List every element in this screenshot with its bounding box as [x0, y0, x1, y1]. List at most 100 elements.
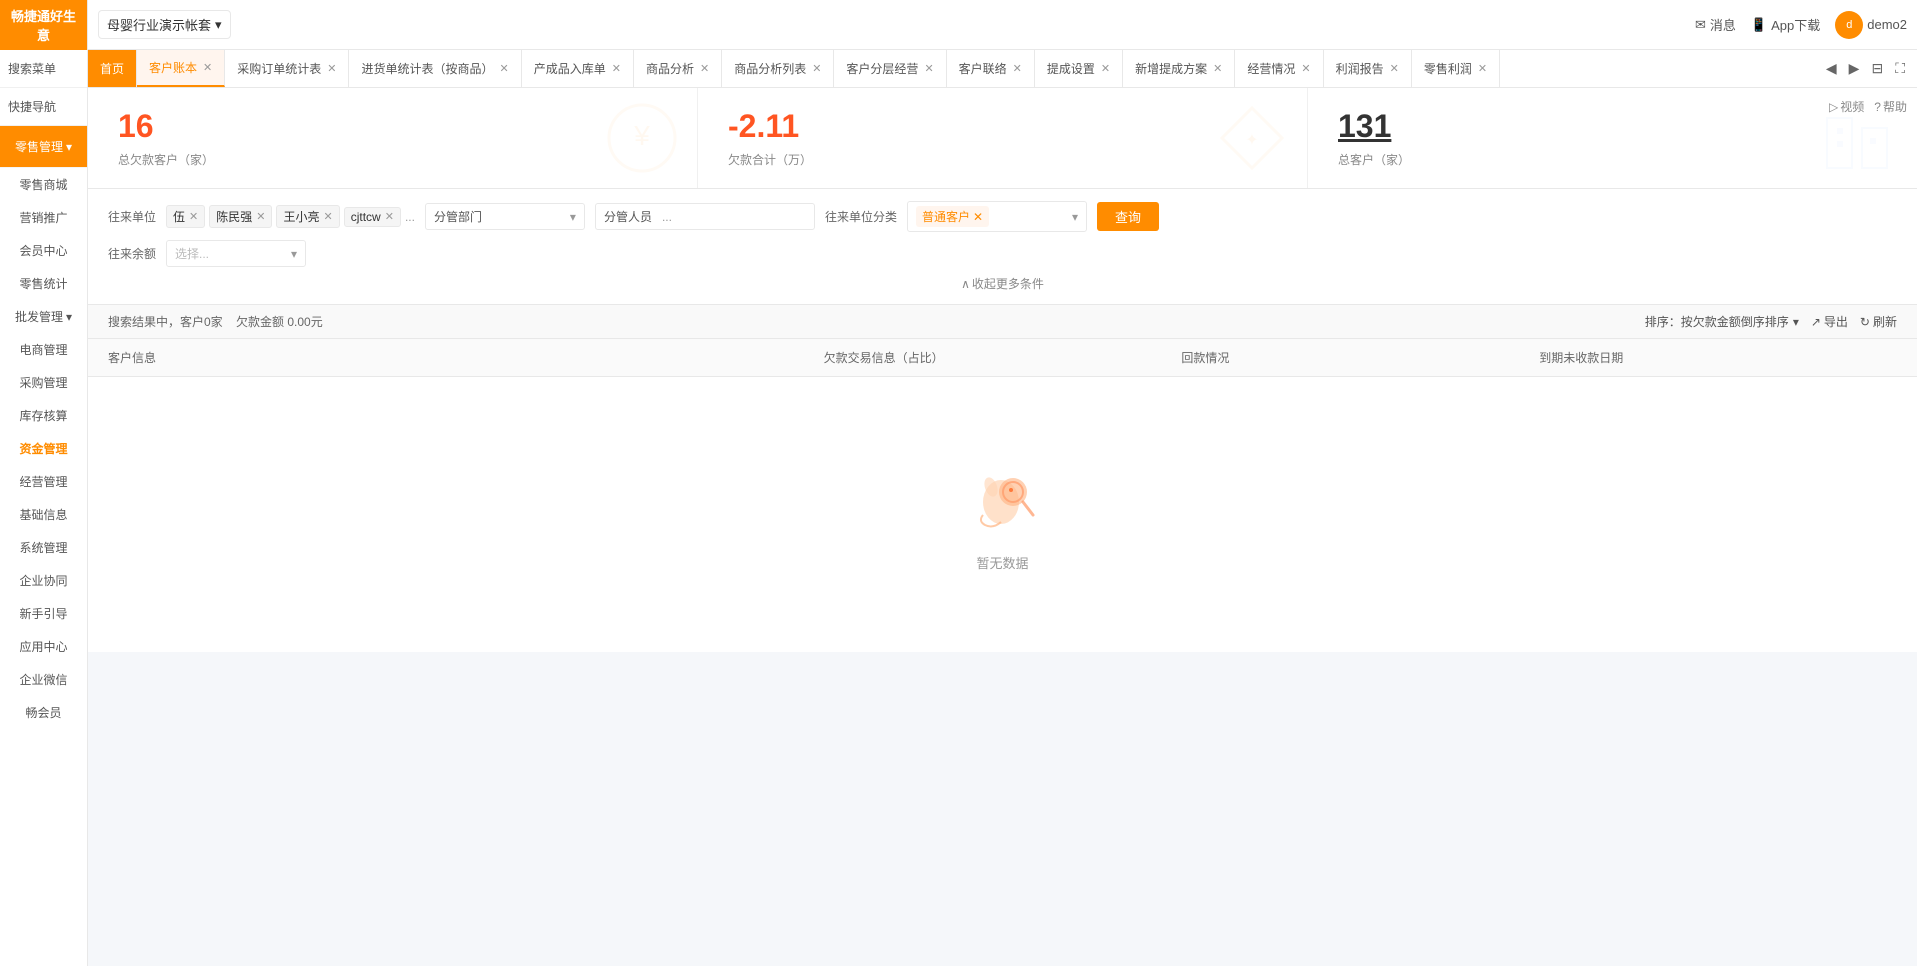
- message-btn[interactable]: ✉ 消息: [1695, 15, 1736, 34]
- tab-product-analysis[interactable]: 商品分析 ✕: [634, 50, 722, 87]
- unit-class-selector[interactable]: 普通客户 ✕ ▾: [907, 201, 1087, 232]
- tab-fullscreen-btn[interactable]: ⛶: [1891, 58, 1909, 79]
- filter-tag-cjttcw[interactable]: cjttcw ✕: [344, 207, 401, 227]
- tag-remove-icon[interactable]: ✕: [385, 210, 394, 223]
- tag-remove-icon[interactable]: ✕: [324, 210, 333, 223]
- tab-prev-btn[interactable]: ◀: [1822, 58, 1841, 79]
- video-btn[interactable]: ▷ 视频: [1829, 98, 1864, 115]
- tab-operations[interactable]: 经营情况 ✕: [1235, 50, 1323, 87]
- tab-close-icon[interactable]: ✕: [1478, 62, 1487, 75]
- sidebar-item-quicknav[interactable]: 快捷导航: [0, 88, 87, 126]
- tab-commission-setting[interactable]: 提成设置 ✕: [1035, 50, 1123, 87]
- filter-tag-chen[interactable]: 陈民强 ✕: [209, 205, 272, 228]
- tab-close-icon[interactable]: ✕: [1301, 62, 1310, 75]
- sidebar-item-finance[interactable]: 资金管理: [0, 432, 87, 465]
- dept-label: 分管部门: [434, 208, 482, 225]
- env-selector[interactable]: 母婴行业演示帐套 ▾: [98, 10, 231, 39]
- person-selector[interactable]: 分管人员 ...: [595, 203, 815, 230]
- result-info: 搜索结果中，客户0家 欠款金额 0.00元: [108, 313, 323, 330]
- tab-close-icon[interactable]: ✕: [1101, 62, 1110, 75]
- tab-close-icon[interactable]: ✕: [700, 62, 709, 75]
- sidebar-item-appcenter[interactable]: 应用中心: [0, 630, 87, 663]
- sidebar-item-newguide[interactable]: 新手引导: [0, 597, 87, 630]
- stat-label-total: 总客户（家）: [1338, 151, 1887, 168]
- tab-close-icon[interactable]: ✕: [1013, 62, 1022, 75]
- sidebar-item-marketing[interactable]: 营销推广: [0, 201, 87, 234]
- sidebar-item-wholesale[interactable]: 批发管理 ▾: [0, 300, 87, 333]
- tab-customer-contact[interactable]: 客户联络 ✕: [947, 50, 1035, 87]
- tab-expand-btn[interactable]: ⊟: [1867, 58, 1887, 79]
- export-button[interactable]: ↗ 导出: [1811, 313, 1848, 330]
- tab-close-icon[interactable]: ✕: [812, 62, 821, 75]
- tab-close-icon[interactable]: ✕: [327, 62, 336, 75]
- stat-value-total: 131: [1338, 108, 1887, 145]
- filter-tag-wang[interactable]: 王小亮 ✕: [276, 205, 339, 228]
- tag-remove-icon[interactable]: ✕: [189, 210, 198, 223]
- tab-close-icon[interactable]: ✕: [203, 61, 212, 74]
- tab-close-icon[interactable]: ✕: [500, 62, 509, 75]
- refresh-icon: ↻: [1860, 315, 1870, 329]
- sidebar-item-wechat[interactable]: 企业微信: [0, 663, 87, 696]
- topbar-right: ✉ 消息 📱 App下载 d demo2: [1695, 11, 1907, 39]
- tag-remove-icon[interactable]: ✕: [973, 210, 983, 224]
- dept-selector[interactable]: 分管部门 ▾: [425, 203, 585, 230]
- user-info[interactable]: d demo2: [1835, 11, 1907, 39]
- sidebar-item-retailstat[interactable]: 零售统计: [0, 267, 87, 300]
- sidebar-item-inventory[interactable]: 库存核算: [0, 399, 87, 432]
- unit-class-label: 往来单位分类: [825, 208, 897, 225]
- tab-profit-report[interactable]: 利润报告 ✕: [1324, 50, 1412, 87]
- tab-close-icon[interactable]: ✕: [1390, 62, 1399, 75]
- sidebar-item-retail[interactable]: 零售管理 ▾: [0, 126, 87, 168]
- avatar: d: [1835, 11, 1863, 39]
- stat-card-amount: ✦ -2.11 欠款合计（万）: [698, 88, 1308, 188]
- balance-label: 往来余额: [108, 245, 156, 262]
- person-more-icon[interactable]: ...: [662, 210, 672, 224]
- tab-retail-profit[interactable]: 零售利润 ✕: [1412, 50, 1500, 87]
- collapse-button[interactable]: ∧ 收起更多条件: [961, 275, 1044, 292]
- filter-more-tags[interactable]: ...: [405, 210, 415, 224]
- tab-next-btn[interactable]: ▶: [1845, 58, 1864, 79]
- result-actions: 排序：按欠款金额倒序排序 ▾ ↗ 导出 ↻ 刷新: [1645, 313, 1897, 330]
- tab-customer-tier[interactable]: 客户分层经营 ✕: [834, 50, 946, 87]
- tag-wrap: 伍 ✕ 陈民强 ✕ 王小亮 ✕ cjttcw ✕ ...: [166, 205, 415, 228]
- phone-icon: 📱: [1751, 17, 1767, 33]
- sidebar-item-enterprise[interactable]: 企业协同: [0, 564, 87, 597]
- tab-close-icon[interactable]: ✕: [612, 62, 621, 75]
- sidebar: 畅捷通好生意 搜索菜单 快捷导航 零售管理 ▾ 零售商城 营销推广 会员中心 零…: [0, 0, 88, 966]
- sidebar-item-search[interactable]: 搜索菜单: [0, 50, 87, 88]
- sidebar-item-purchase[interactable]: 采购管理: [0, 366, 87, 399]
- sidebar-item-basics[interactable]: 基础信息: [0, 498, 87, 531]
- sidebar-item-retailshop[interactable]: 零售商城: [0, 168, 87, 201]
- svg-text:¥: ¥: [633, 120, 650, 151]
- tag-remove-icon[interactable]: ✕: [256, 210, 265, 223]
- sidebar-item-operations[interactable]: 经营管理: [0, 465, 87, 498]
- stat-controls: ▷ 视频 ? 帮助: [1829, 98, 1907, 115]
- tab-product-inbound[interactable]: 产成品入库单 ✕: [522, 50, 634, 87]
- balance-selector[interactable]: 选择... ▾: [166, 240, 306, 267]
- app-logo: 畅捷通好生意: [0, 0, 87, 50]
- sidebar-item-ecommerce[interactable]: 电商管理: [0, 333, 87, 366]
- tab-customer-ledger[interactable]: 客户账本 ✕: [137, 50, 225, 87]
- help-icon: ?: [1874, 100, 1881, 114]
- yuan-icon: ¥: [607, 103, 677, 176]
- sidebar-item-system[interactable]: 系统管理: [0, 531, 87, 564]
- sidebar-item-member[interactable]: 会员中心: [0, 234, 87, 267]
- tab-stock-stat-product[interactable]: 进货单统计表（按商品） ✕: [349, 50, 521, 87]
- stat-value-amount: -2.11: [728, 108, 1277, 145]
- filter-tag-wu[interactable]: 伍 ✕: [166, 205, 205, 228]
- tab-home[interactable]: 首页: [88, 50, 137, 87]
- sidebar-item-member2[interactable]: 畅会员: [0, 696, 87, 729]
- help-btn[interactable]: ? 帮助: [1874, 98, 1907, 115]
- empty-icon: [963, 457, 1043, 537]
- tab-add-commission[interactable]: 新增提成方案 ✕: [1123, 50, 1235, 87]
- tab-product-analysis-list[interactable]: 商品分析列表 ✕: [722, 50, 834, 87]
- sort-selector[interactable]: 排序：按欠款金额倒序排序 ▾: [1645, 313, 1799, 330]
- tab-purchase-order-stat[interactable]: 采购订单统计表 ✕: [225, 50, 349, 87]
- tab-close-icon[interactable]: ✕: [924, 62, 933, 75]
- table-wrap: 客户信息 欠款交易信息（占比） 回款情况 到期未收款日期: [88, 339, 1917, 652]
- refresh-button[interactable]: ↻ 刷新: [1860, 313, 1897, 330]
- person-label: 分管人员: [604, 208, 652, 225]
- app-download-btn[interactable]: 📱 App下载: [1751, 15, 1820, 34]
- query-button[interactable]: 查询: [1097, 202, 1159, 231]
- tab-close-icon[interactable]: ✕: [1213, 62, 1222, 75]
